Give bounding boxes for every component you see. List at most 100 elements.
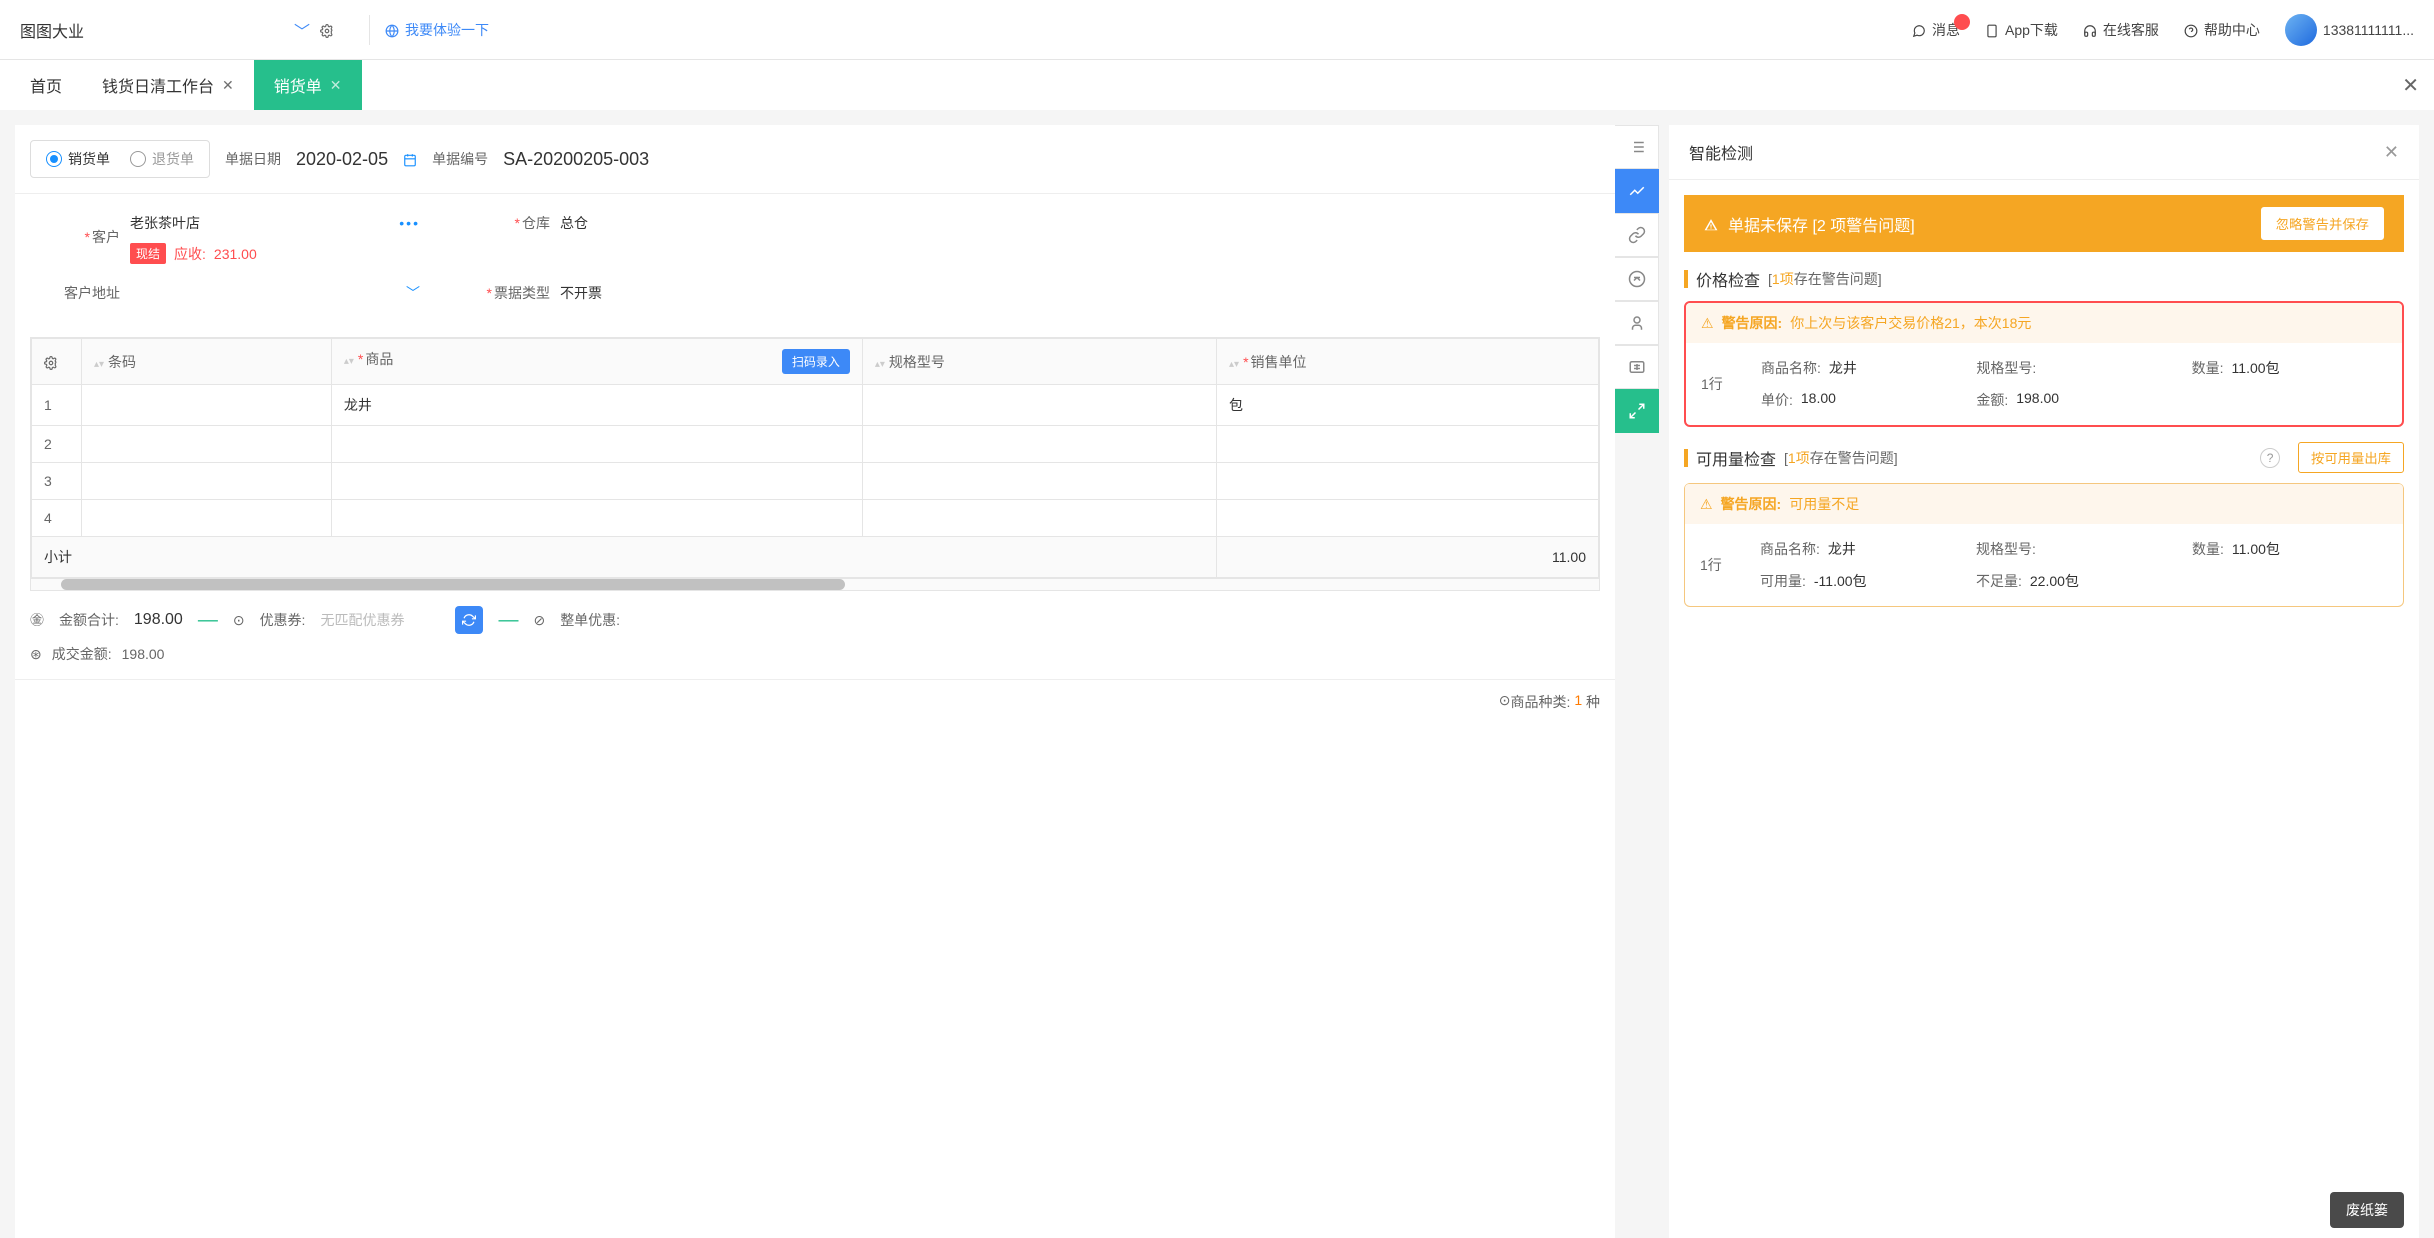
- col-unit[interactable]: ▴▾*销售单位: [1217, 339, 1599, 385]
- horizontal-scrollbar[interactable]: [30, 579, 1600, 591]
- row-label: 1行: [1701, 358, 1741, 410]
- coupon-icon: ⊙: [233, 612, 245, 629]
- radio-label: 退货单: [152, 149, 194, 169]
- company-name: 图图大业: [20, 18, 84, 42]
- customer-label: 客户: [92, 229, 120, 245]
- reason-text: 你上次与该客户交易价格21，本次18元: [1790, 313, 2031, 333]
- settings-icon[interactable]: [320, 21, 334, 37]
- count-text: [1项存在警告问题]: [1768, 269, 1882, 289]
- online-service-link[interactable]: 在线客服: [2083, 20, 2159, 40]
- calendar-icon[interactable]: [403, 151, 417, 167]
- cell-product[interactable]: 龙井: [331, 385, 862, 426]
- refresh-button[interactable]: [455, 606, 483, 634]
- table-row[interactable]: 2: [32, 426, 1599, 463]
- date-value[interactable]: 2020-02-05: [296, 149, 388, 170]
- close-icon[interactable]: ✕: [222, 77, 234, 94]
- invoice-field: *票据类型 不开票: [460, 279, 760, 307]
- warning-icon: ⚠: [1701, 315, 1714, 332]
- warning-reason: ⚠ 警告原因: 你上次与该客户交易价格21，本次18元: [1686, 303, 2402, 343]
- more-icon[interactable]: •••: [399, 215, 420, 231]
- alert-text: 单据未保存 [2 项警告问题]: [1728, 212, 1915, 236]
- scrollbar-thumb[interactable]: [61, 579, 845, 590]
- headset-icon: [2083, 21, 2097, 37]
- side-icon-list[interactable]: [1615, 125, 1659, 169]
- close-icon[interactable]: ✕: [2384, 142, 2399, 163]
- address-field: 客户地址 ﹀: [30, 279, 420, 307]
- experience-text: 我要体验一下: [405, 20, 489, 40]
- table-row[interactable]: 4: [32, 500, 1599, 537]
- invoice-select[interactable]: 不开票: [560, 279, 760, 307]
- address-select[interactable]: ﹀: [130, 279, 420, 307]
- customer-input[interactable]: 老张茶叶店 •••: [130, 209, 420, 237]
- reason-text: 可用量不足: [1789, 494, 1859, 514]
- col-barcode[interactable]: ▴▾条码: [82, 339, 332, 385]
- accent-bar: [1684, 449, 1688, 467]
- deal-amount-row: ⊛ 成交金额: 198.00: [15, 639, 1615, 679]
- col-spec[interactable]: ▴▾规格型号: [862, 339, 1216, 385]
- coupon-input[interactable]: 无匹配优惠券: [320, 610, 440, 630]
- tab-sales-order[interactable]: 销货单 ✕: [254, 60, 362, 110]
- product-kinds-suffix: 种: [1586, 692, 1600, 712]
- product-kinds-label: 商品种类:: [1511, 692, 1571, 712]
- scan-button[interactable]: 扫码录入: [782, 349, 850, 374]
- discount-icon: ⊘: [533, 612, 545, 629]
- section-title: 价格检查 [1项存在警告问题]: [1684, 267, 2404, 291]
- table-row[interactable]: 1龙井包: [32, 385, 1599, 426]
- radio-label: 销货单: [68, 149, 110, 169]
- radio-return[interactable]: 退货单: [130, 149, 194, 169]
- date-label: 单据日期: [225, 149, 281, 169]
- side-icon-person[interactable]: [1615, 301, 1659, 345]
- invoice-value: 不开票: [560, 283, 602, 303]
- help-icon[interactable]: ?: [2260, 448, 2280, 468]
- side-icon-expand[interactable]: [1615, 389, 1659, 433]
- table-row[interactable]: 3: [32, 463, 1599, 500]
- tabs-bar: 首页 钱货日清工作台 ✕ 销货单 ✕ ✕: [0, 60, 2434, 110]
- minus-icon: —: [198, 609, 218, 632]
- sort-icon: ▴▾: [344, 359, 354, 365]
- alert-banner: 单据未保存 [2 项警告问题] 忽略警告并保存: [1684, 195, 2404, 252]
- online-service-label: 在线客服: [2103, 20, 2159, 40]
- tab-home[interactable]: 首页: [10, 60, 82, 110]
- side-icon-money[interactable]: [1615, 345, 1659, 389]
- side-icon-link[interactable]: [1615, 213, 1659, 257]
- ignore-save-button[interactable]: 忽略警告并保存: [2261, 207, 2384, 240]
- warning-icon: ⚠: [1700, 496, 1713, 513]
- experience-link[interactable]: 我要体验一下: [385, 20, 489, 40]
- cell-unit[interactable]: 包: [1217, 385, 1599, 426]
- user-phone: 13381111111...: [2323, 22, 2414, 38]
- side-icon-chart[interactable]: [1615, 169, 1659, 213]
- reason-label: 警告原因:: [1722, 313, 1783, 333]
- globe-icon: [385, 21, 399, 37]
- trash-button[interactable]: 废纸篓: [2330, 1192, 2404, 1228]
- price-warning-box: ⚠ 警告原因: 你上次与该客户交易价格21，本次18元 1行 商品名称:龙井 规…: [1684, 301, 2404, 427]
- close-icon[interactable]: ✕: [330, 77, 342, 94]
- messages-link[interactable]: 消息: [1912, 20, 1960, 40]
- help-center-link[interactable]: 帮助中心: [2184, 20, 2260, 40]
- tab-workbench[interactable]: 钱货日清工作台 ✕: [82, 60, 254, 110]
- currency-icon: ㊎: [30, 610, 44, 630]
- tab-label: 销货单: [274, 73, 322, 97]
- warning-icon: [1704, 215, 1718, 231]
- app-download-link[interactable]: App下载: [1985, 20, 2058, 40]
- side-icon-exchange[interactable]: [1615, 257, 1659, 301]
- chevron-down-icon: ﹀: [406, 283, 420, 303]
- price-check-section: 价格检查 [1项存在警告问题] ⚠ 警告原因: 你上次与该客户交易价格21，本次…: [1684, 267, 2404, 427]
- sort-icon: ▴▾: [1229, 362, 1239, 368]
- smart-detection-panel: 智能检测 ✕ 单据未保存 [2 项警告问题] 忽略警告并保存 价格检查 [1项存…: [1669, 125, 2419, 1238]
- amount-label: 金额合计:: [59, 610, 119, 630]
- user-menu[interactable]: 13381111111...: [2285, 14, 2414, 46]
- topbar: 图图大业 ﹀ 我要体验一下 消息 App下载 在线客服: [0, 0, 2434, 60]
- warehouse-select[interactable]: 总仓: [560, 209, 760, 237]
- company-selector[interactable]: 图图大业 ﹀: [20, 18, 320, 42]
- ship-by-available-button[interactable]: 按可用量出库: [2298, 442, 2404, 473]
- col-product[interactable]: ▴▾*商品扫码录入: [331, 339, 862, 385]
- subtotal-value: 11.00: [1217, 537, 1599, 578]
- subtotal-row: 小计11.00: [32, 537, 1599, 578]
- warehouse-label: 仓库: [522, 215, 550, 231]
- table-settings-header[interactable]: [32, 339, 82, 385]
- notification-badge: [1954, 14, 1970, 30]
- close-all-icon[interactable]: ✕: [2402, 73, 2419, 98]
- warning-detail: 1行 商品名称:龙井 规格型号: 数量:11.00包 单价:18.00 金额:1…: [1686, 343, 2402, 425]
- radio-sales[interactable]: 销货单: [46, 149, 110, 169]
- amount-value: 198.00: [134, 611, 183, 629]
